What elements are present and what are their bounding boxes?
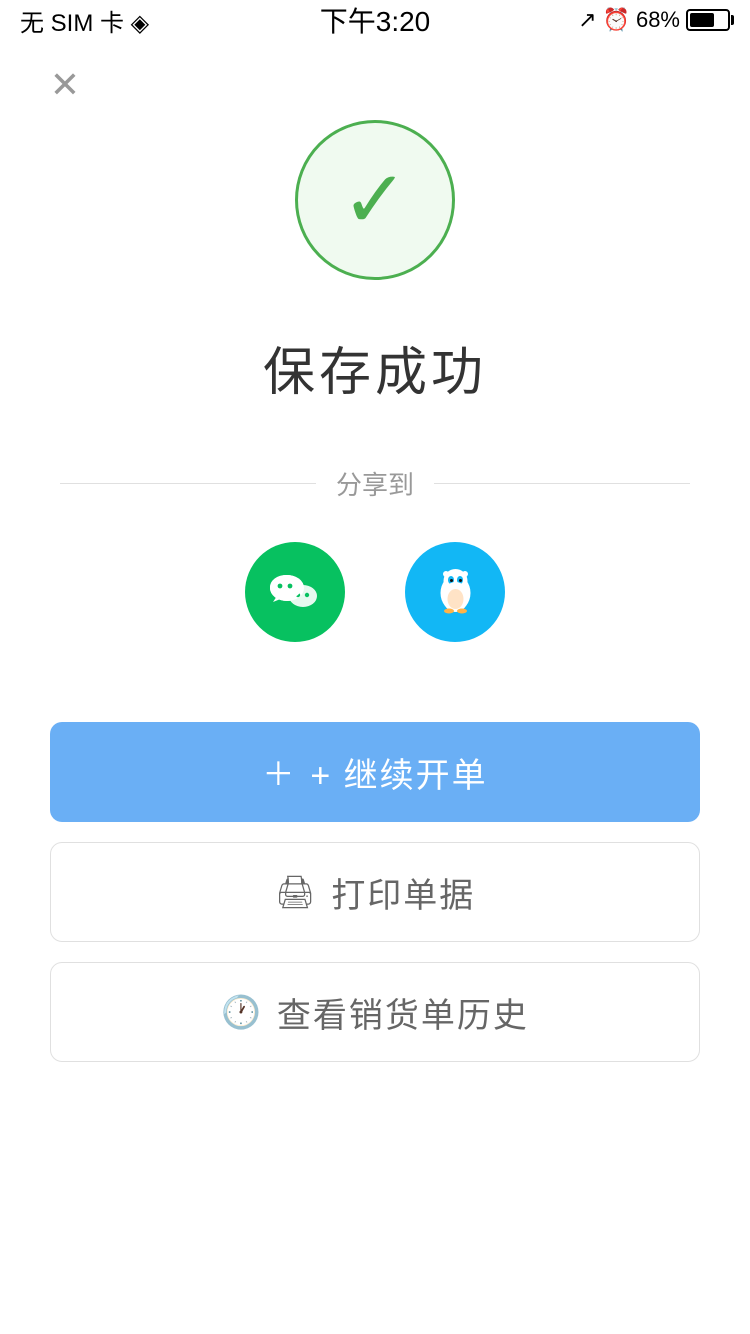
status-left: 无 SIM 卡 ◈ [20,3,149,38]
qq-icon [428,565,483,620]
continue-order-label: + 继续开单 [310,748,487,797]
continue-order-button[interactable]: ＋ + 继续开单 [50,722,700,822]
wechat-share-button[interactable] [245,542,345,642]
qq-share-button[interactable] [405,542,505,642]
status-bar: 无 SIM 卡 ◈ 下午3:20 ↗ ⏰ 68% [0,0,750,40]
close-button[interactable]: ✕ [40,60,90,110]
alarm-icon: ⏰ [603,7,630,33]
wechat-icon [265,562,325,622]
battery-percentage: 68% [636,7,680,33]
sim-status: 无 SIM 卡 ◈ [20,3,149,38]
divider-line-right [434,483,690,484]
success-circle: ✓ [295,120,455,280]
status-time: 下午3:20 [320,0,431,40]
share-divider: 分享到 [0,465,750,502]
share-label: 分享到 [316,465,434,502]
battery-icon [686,9,730,31]
share-icons-container [245,542,505,642]
close-icon: ✕ [50,67,80,103]
status-right: ↗ ⏰ 68% [578,7,730,33]
main-content: ✓ 保存成功 分享到 [0,40,750,1062]
history-label: 查看销货单历史 [277,988,529,1037]
print-label: 打印单据 [331,868,475,917]
divider-line-left [60,483,316,484]
checkmark-icon: ✓ [341,160,408,240]
printer-icon: 🖨 [275,873,318,911]
location-icon: ↗ [578,7,596,33]
action-buttons: ＋ + 继续开单 🖨 打印单据 🕐 查看销货单历史 [0,722,750,1062]
battery-fill [690,13,714,27]
history-button[interactable]: 🕐 查看销货单历史 [50,962,700,1062]
print-button[interactable]: 🖨 打印单据 [50,842,700,942]
success-title: 保存成功 [263,330,487,405]
clock-icon: 🕐 [221,993,263,1031]
plus-icon: ＋ [262,749,296,795]
